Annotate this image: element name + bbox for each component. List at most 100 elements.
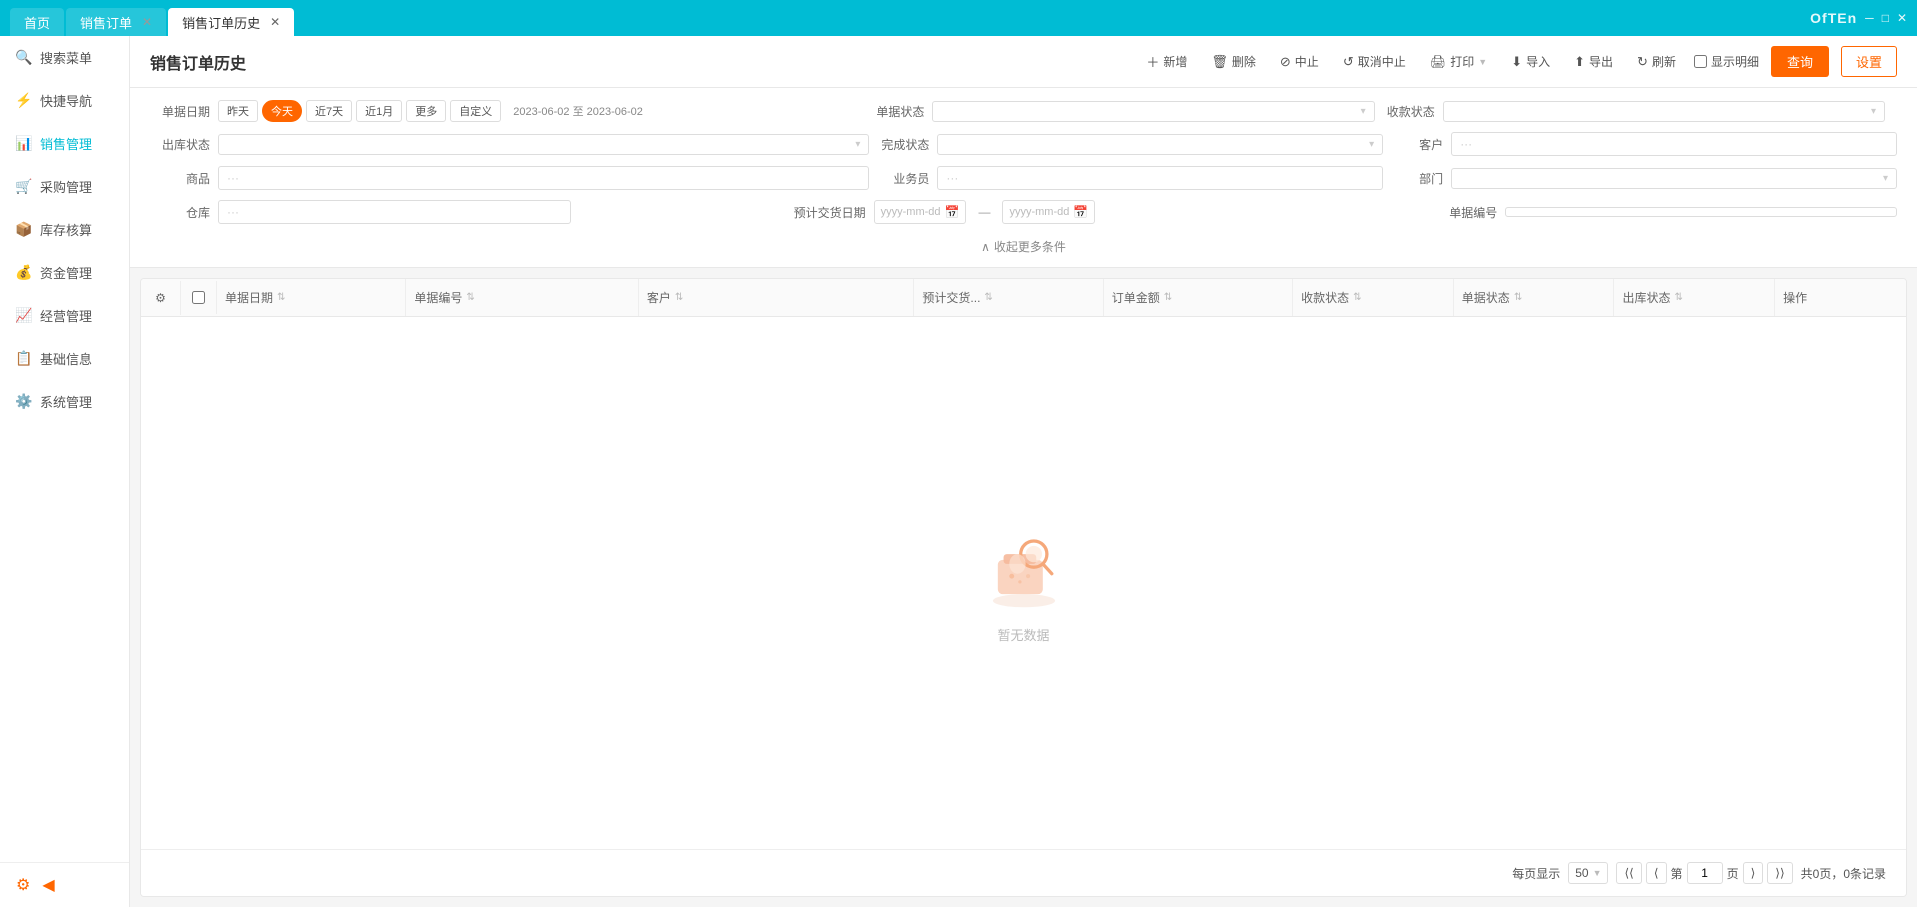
- collapse-label: 收起更多条件: [994, 238, 1066, 255]
- print-button[interactable]: 🖨 打印 ▼: [1424, 49, 1493, 74]
- th-delivery[interactable]: 预计交货... ⇅: [914, 279, 1103, 316]
- last-page-button[interactable]: ⟩⟩: [1767, 862, 1792, 884]
- minimize-button[interactable]: ─: [1865, 11, 1874, 25]
- order-status-select[interactable]: ▾: [932, 101, 1374, 122]
- query-button[interactable]: 查询: [1771, 46, 1829, 77]
- tab-sales-order-history-label: 销售订单历史: [182, 13, 260, 32]
- date-btn-custom[interactable]: 自定义: [450, 100, 501, 122]
- warehouse-placeholder: ···: [227, 205, 239, 219]
- collapse-bar[interactable]: ∧ 收起更多条件: [150, 234, 1897, 255]
- sidebar-item-search-menu[interactable]: 🔍 搜索菜单: [0, 36, 129, 79]
- plus-icon: ＋: [1146, 52, 1159, 71]
- filter-goods: 商品 ···: [150, 166, 869, 190]
- tab-home[interactable]: 首页: [10, 8, 64, 36]
- number-sort-icon: ⇅: [466, 292, 474, 303]
- goods-input[interactable]: ···: [218, 166, 869, 190]
- sidebar-label-finance: 资金管理: [40, 263, 92, 282]
- filter-row-3: 商品 ··· 业务员 ··· 部门 ▾: [150, 166, 1897, 190]
- new-button[interactable]: ＋ 新增: [1140, 48, 1193, 75]
- th-out-status[interactable]: 出库状态 ⇅: [1614, 279, 1775, 316]
- sidebar-item-quick-nav[interactable]: ⚡ 快捷导航: [0, 79, 129, 122]
- amount-sort-icon: ⇅: [1164, 292, 1172, 303]
- maximize-button[interactable]: □: [1882, 11, 1889, 25]
- order-number-input[interactable]: [1505, 207, 1897, 217]
- date-label: 单据日期: [150, 103, 210, 120]
- tab-sales-order[interactable]: 销售订单 ✕: [66, 8, 166, 36]
- th-date[interactable]: 单据日期 ⇅: [217, 279, 406, 316]
- sidebar-label-basic-info: 基础信息: [40, 349, 92, 368]
- show-detail-checkbox-label[interactable]: 显示明细: [1694, 53, 1759, 70]
- search-menu-icon: 🔍: [16, 50, 32, 66]
- tab-sales-order-history-close[interactable]: ✕: [270, 15, 280, 29]
- date-btn-yesterday[interactable]: 昨天: [218, 100, 258, 122]
- date-btn-1month[interactable]: 近1月: [356, 100, 402, 122]
- th-check[interactable]: [181, 281, 217, 314]
- dept-label: 部门: [1383, 170, 1443, 187]
- complete-status-label: 完成状态: [869, 136, 929, 153]
- sidebar-bottom: ⚙ ◀: [0, 862, 129, 907]
- inventory-icon: 📦: [16, 222, 32, 238]
- setting-button[interactable]: 设置: [1841, 46, 1897, 77]
- dept-select[interactable]: ▾: [1451, 168, 1897, 189]
- sidebar-collapse-icon[interactable]: ◀: [42, 875, 54, 895]
- close-window-button[interactable]: ✕: [1897, 11, 1907, 25]
- salesperson-input[interactable]: ···: [937, 166, 1383, 190]
- dept-arrow-icon: ▾: [1883, 173, 1888, 184]
- stop-button[interactable]: ⊘ 中止: [1274, 49, 1325, 74]
- sidebar-settings-icon[interactable]: ⚙: [16, 875, 30, 895]
- tab-sales-order-close[interactable]: ✕: [142, 15, 152, 29]
- delivery-date-from[interactable]: yyyy-mm-dd 📅: [874, 200, 967, 224]
- filter-delivery-date: 预计交货日期 yyyy-mm-dd 📅 — yyyy-mm-dd 📅: [794, 200, 1438, 224]
- customer-input[interactable]: ···: [1451, 132, 1897, 156]
- date-btn-7days[interactable]: 近7天: [306, 100, 352, 122]
- sidebar-item-finance[interactable]: 💰 资金管理: [0, 251, 129, 294]
- sidebar-item-operation[interactable]: 📈 经营管理: [0, 294, 129, 337]
- goods-label: 商品: [150, 170, 210, 187]
- th-amount-label: 订单金额: [1112, 289, 1160, 306]
- sidebar-label-purchase: 采购管理: [40, 177, 92, 196]
- new-label: 新增: [1163, 53, 1187, 70]
- date-btn-today[interactable]: 今天: [262, 100, 302, 122]
- sidebar-item-inventory[interactable]: 📦 库存核算: [0, 208, 129, 251]
- operation-icon: 📈: [16, 308, 32, 324]
- empty-text: 暂无数据: [997, 625, 1049, 644]
- per-page-select[interactable]: 50 ▼: [1568, 862, 1608, 884]
- cancel-stop-button[interactable]: ↺ 取消中止: [1337, 49, 1412, 74]
- customer-label: 客户: [1383, 136, 1443, 153]
- page-input[interactable]: [1687, 862, 1723, 884]
- goods-placeholder: ···: [227, 171, 239, 185]
- import-button[interactable]: ⬇ 导入: [1505, 49, 1556, 74]
- sidebar-item-purchase[interactable]: 🛒 采购管理: [0, 165, 129, 208]
- warehouse-input[interactable]: ···: [218, 200, 571, 224]
- select-all-checkbox[interactable]: [192, 291, 205, 304]
- layout: 🔍 搜索菜单 ⚡ 快捷导航 📊 销售管理 🛒 采购管理 📦 库存核算 💰 资金管…: [0, 36, 1917, 907]
- th-number[interactable]: 单据编号 ⇅: [406, 279, 638, 316]
- delete-button[interactable]: 🗑 删除: [1205, 49, 1262, 74]
- first-page-button[interactable]: ⟨⟨: [1616, 862, 1641, 884]
- complete-status-select[interactable]: ▾: [937, 134, 1383, 155]
- next-page-button[interactable]: ⟩: [1743, 862, 1764, 884]
- filter-customer: 客户 ···: [1383, 132, 1897, 156]
- sidebar-item-sales[interactable]: 📊 销售管理: [0, 122, 129, 165]
- th-amount[interactable]: 订单金额 ⇅: [1104, 279, 1293, 316]
- sidebar-item-system[interactable]: ⚙️ 系统管理: [0, 380, 129, 423]
- sidebar-item-basic-info[interactable]: 📋 基础信息: [0, 337, 129, 380]
- payment-status-select[interactable]: ▾: [1443, 101, 1885, 122]
- refresh-button[interactable]: ↻ 刷新: [1631, 49, 1682, 74]
- th-pay-status[interactable]: 收款状态 ⇅: [1293, 279, 1454, 316]
- show-detail-checkbox[interactable]: [1694, 55, 1707, 68]
- delivery-date-to[interactable]: yyyy-mm-dd 📅: [1002, 200, 1095, 224]
- th-customer[interactable]: 客户 ⇅: [639, 279, 915, 316]
- filter-complete-status: 完成状态 ▾: [869, 134, 1383, 155]
- tab-sales-order-history[interactable]: 销售订单历史 ✕: [168, 8, 294, 36]
- per-page-label: 每页显示: [1512, 865, 1560, 882]
- date-btn-more[interactable]: 更多: [406, 100, 446, 122]
- prev-page-button[interactable]: ⟨: [1646, 862, 1667, 884]
- out-status-select[interactable]: ▾: [218, 134, 869, 155]
- export-button[interactable]: ⬆ 导出: [1568, 49, 1619, 74]
- th-order-status[interactable]: 单据状态 ⇅: [1454, 279, 1615, 316]
- th-settings[interactable]: ⚙: [141, 281, 181, 315]
- sales-icon: 📊: [16, 136, 32, 152]
- table-header: ⚙ 单据日期 ⇅ 单据编号 ⇅ 客户 ⇅ 预计交货...: [141, 279, 1906, 317]
- filter-dept: 部门 ▾: [1383, 168, 1897, 189]
